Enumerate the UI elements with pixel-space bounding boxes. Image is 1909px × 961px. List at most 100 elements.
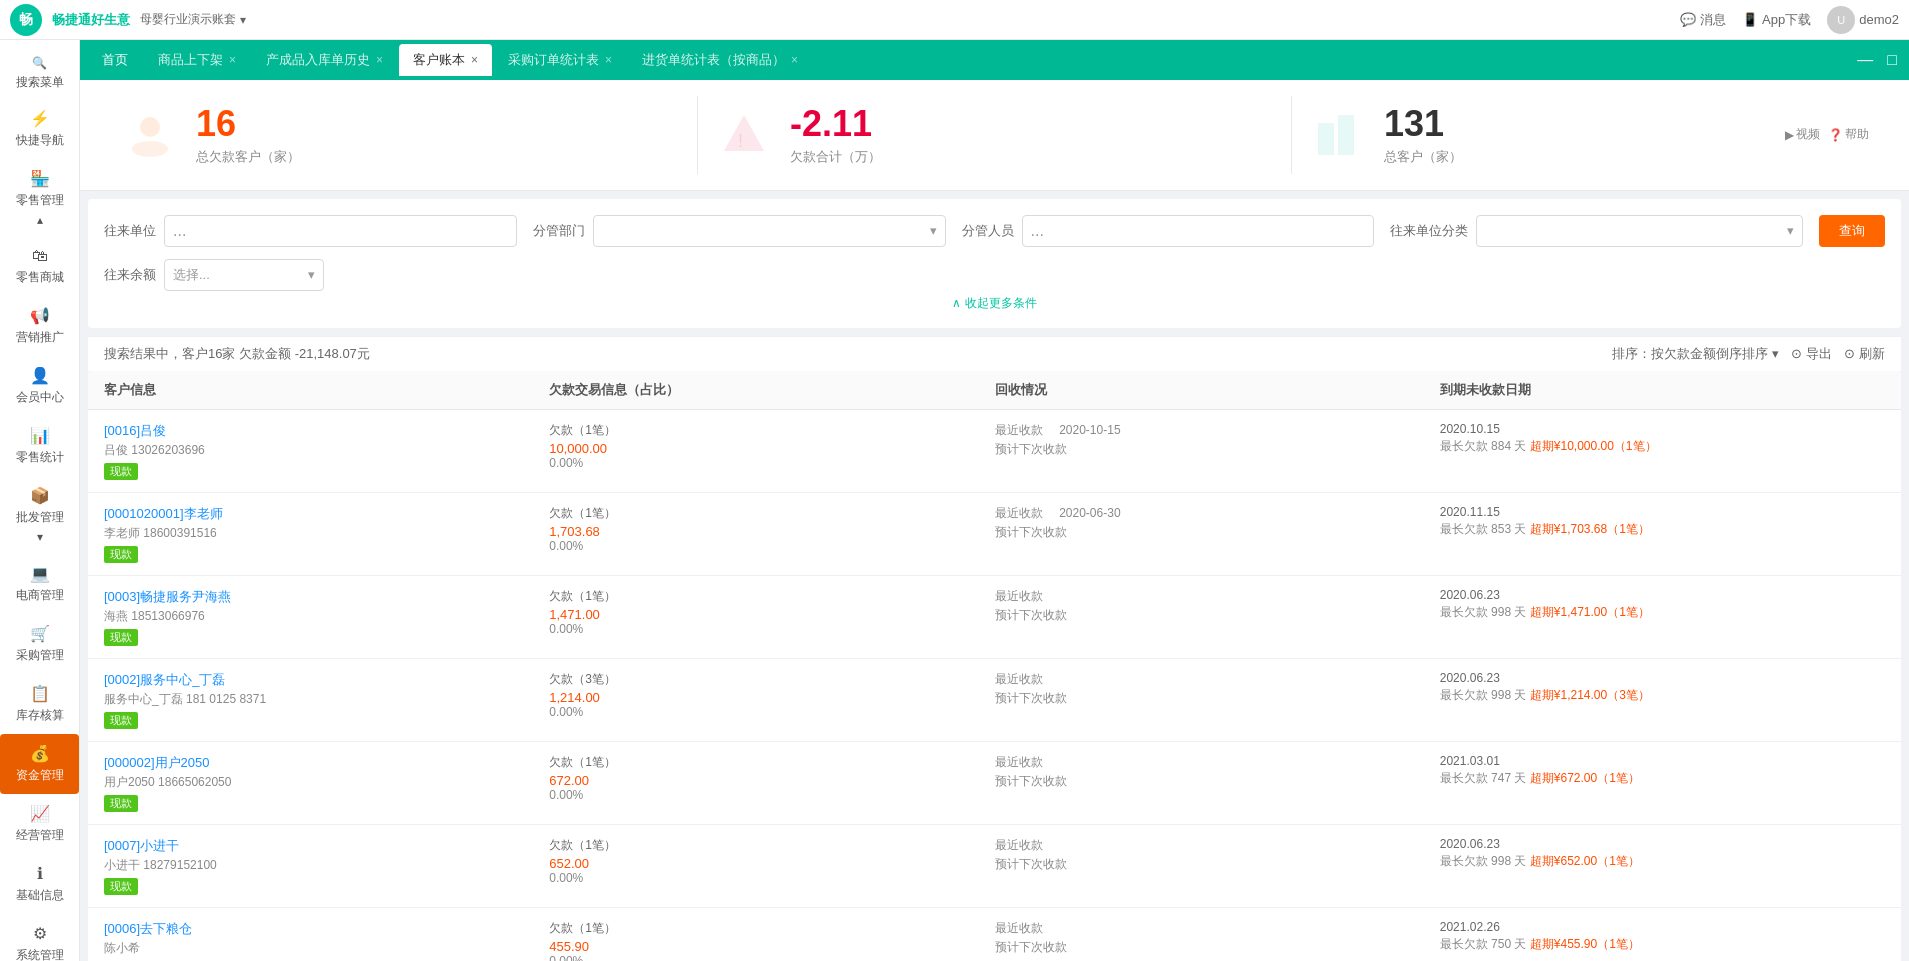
overdue-amount-4[interactable]: 超期¥1,214.00（3笔） [1530, 688, 1650, 702]
customer-name-3[interactable]: [0003]畅捷服务尹海燕 [104, 588, 549, 606]
sidebar-item-retail-stats[interactable]: 📊 零售统计 [0, 416, 79, 476]
sidebar-search[interactable]: 🔍 搜索菜单 [0, 48, 79, 99]
recovery-label-1: 最近收款 2020-10-15 [995, 422, 1440, 439]
debt-count-3: 欠款（1笔） [549, 588, 994, 605]
tab-product-shelf[interactable]: 商品上下架 × [144, 44, 250, 76]
filter-label-person: 分管人员 [962, 222, 1014, 240]
customer-info-1: [0016]吕俊 吕俊 13026203696 现款 [104, 422, 549, 480]
tab-product-history-close[interactable]: × [376, 54, 383, 66]
sidebar: 🔍 搜索菜单 ⚡ 快捷导航 🏪 零售管理 ▴ 🛍 零售商城 📢 营销推广 � [0, 40, 80, 961]
export-icon: ⊙ [1791, 346, 1802, 361]
table-header: 客户信息 欠款交易信息（占比） 回收情况 到期未收款日期 [88, 371, 1901, 410]
debt-count-1: 欠款（1笔） [549, 422, 994, 439]
tab-customer-account-label: 客户账本 [413, 51, 465, 69]
sort-select[interactable]: 排序：按欠款金额倒序排序 ▾ [1612, 345, 1779, 363]
sidebar-item-quick-nav[interactable]: ⚡ 快捷导航 [0, 99, 79, 159]
user-profile[interactable]: U demo2 [1827, 6, 1899, 34]
debt-amount-4: 1,214.00 [549, 690, 994, 705]
query-button[interactable]: 查询 [1819, 215, 1885, 247]
tab-purchase-stats-close[interactable]: × [791, 54, 798, 66]
top-bar-left: 畅 畅捷通好生意 母婴行业演示账套 ▾ [10, 4, 246, 36]
tab-purchase-order[interactable]: 采购订单统计表 × [494, 44, 626, 76]
customer-name-7[interactable]: [0006]去下粮仓 [104, 920, 549, 938]
overdue-amount-5[interactable]: 超期¥672.00（1笔） [1530, 771, 1640, 785]
svg-marker-2 [724, 115, 764, 151]
stat-label-customers: 总欠款客户（家） [196, 148, 300, 166]
overdue-amount-7[interactable]: 超期¥455.90（1笔） [1530, 937, 1640, 951]
debt-amount-2: 1,703.68 [549, 524, 994, 539]
stat-icon-debt: ! [714, 105, 774, 165]
debt-count-6: 欠款（1笔） [549, 837, 994, 854]
overdue-amount-2[interactable]: 超期¥1,703.68（1笔） [1530, 522, 1650, 536]
tab-customer-account[interactable]: 客户账本 × [399, 44, 492, 76]
sidebar-item-purchase[interactable]: 🛒 采购管理 [0, 614, 79, 674]
sidebar-item-system[interactable]: ⚙ 系统管理 [0, 914, 79, 961]
brand-logo: 畅 [10, 4, 42, 36]
filter-input-balance[interactable]: 选择... ▾ [164, 259, 324, 291]
customer-name-4[interactable]: [0002]服务中心_丁磊 [104, 671, 549, 689]
sidebar-item-retail-mgmt[interactable]: 🏪 零售管理 ▴ [0, 159, 79, 237]
overdue-amount-1[interactable]: 超期¥10,000.00（1笔） [1530, 439, 1657, 453]
industry-selector[interactable]: 母婴行业演示账套 ▾ [140, 11, 246, 28]
collapse-button[interactable]: ∧ 收起更多条件 [952, 295, 1037, 312]
help-action[interactable]: ❓ 帮助 [1828, 126, 1869, 143]
sidebar-item-ecommerce[interactable]: 💻 电商管理 [0, 554, 79, 614]
sidebar-item-ops[interactable]: 📈 经营管理 [0, 794, 79, 854]
table-row: [0016]吕俊 吕俊 13026203696 现款 欠款（1笔） 10,000… [88, 410, 1901, 493]
sidebar-item-finance[interactable]: 💰 资金管理 [0, 734, 79, 794]
customer-phone-1: 吕俊 13026203696 [104, 442, 549, 459]
app-download-button[interactable]: 📱 App下载 [1742, 11, 1811, 29]
overdue-days-3: 最长欠款 998 天 超期¥1,471.00（1笔） [1440, 604, 1885, 621]
svg-rect-4 [1318, 123, 1334, 155]
tab-product-history[interactable]: 产成品入库单历史 × [252, 44, 397, 76]
tab-purchase-order-close[interactable]: × [605, 54, 612, 66]
filter-item-unit-class: 往来单位分类 ▾ [1390, 215, 1803, 247]
filter-row-2: 往来余额 选择... ▾ [104, 259, 1885, 291]
customer-name-2[interactable]: [0001020001]李老师 [104, 505, 549, 523]
sidebar-item-marketing[interactable]: 📢 营销推广 [0, 296, 79, 356]
overdue-date-7: 2021.02.26 [1440, 920, 1885, 934]
sidebar-item-inventory[interactable]: 📋 库存核算 [0, 674, 79, 734]
tab-home[interactable]: 首页 [88, 44, 142, 76]
filter-input-unit[interactable]: ... [164, 215, 517, 247]
filter-input-person[interactable]: ... [1022, 215, 1375, 247]
customer-name-5[interactable]: [000002]用户2050 [104, 754, 549, 772]
customer-name-6[interactable]: [0007]小进干 [104, 837, 549, 855]
filter-person-dots: ... [1031, 222, 1044, 240]
tab-product-shelf-close[interactable]: × [229, 54, 236, 66]
filter-input-unit-class[interactable]: ▾ [1476, 215, 1803, 247]
debt-info-3: 欠款（1笔） 1,471.00 0.00% [549, 588, 994, 636]
tab-customer-account-close[interactable]: × [471, 54, 478, 66]
filter-actions: 查询 [1819, 215, 1885, 247]
tab-purchase-stats[interactable]: 进货单统计表（按商品） × [628, 44, 812, 76]
due-info-2: 2020.11.15 最长欠款 853 天 超期¥1,703.68（1笔） [1440, 505, 1885, 538]
tab-minimize-button[interactable]: — [1853, 51, 1877, 69]
stat-number-debt: -2.11 [790, 104, 881, 144]
inventory-icon: 📋 [30, 684, 50, 703]
table-row: [0003]畅捷服务尹海燕 海燕 18513066976 现款 欠款（1笔） 1… [88, 576, 1901, 659]
overdue-amount-6[interactable]: 超期¥652.00（1笔） [1530, 854, 1640, 868]
result-info-bar: 搜索结果中，客户16家 欠款金额 -21,148.07元 排序：按欠款金额倒序排… [88, 336, 1901, 371]
sidebar-item-retail-store[interactable]: 🛍 零售商城 [0, 237, 79, 296]
overdue-amount-3[interactable]: 超期¥1,471.00（1笔） [1530, 605, 1650, 619]
recovery-info-4: 最近收款 预计下次收款 [995, 671, 1440, 707]
sidebar-item-wholesale[interactable]: 📦 批发管理 ▾ [0, 476, 79, 554]
sidebar-item-member[interactable]: 👤 会员中心 [0, 356, 79, 416]
customer-name-1[interactable]: [0016]吕俊 [104, 422, 549, 440]
filter-input-dept[interactable]: ▾ [593, 215, 946, 247]
debt-count-2: 欠款（1笔） [549, 505, 994, 522]
ecommerce-icon: 💻 [30, 564, 50, 583]
video-action[interactable]: ▶ 视频 [1785, 126, 1820, 143]
table-row: [000002]用户2050 用户2050 18665062050 现款 欠款（… [88, 742, 1901, 825]
industry-label: 母婴行业演示账套 [140, 11, 236, 28]
search-icon: 🔍 [32, 56, 47, 70]
tabs-bar: 首页 商品上下架 × 产成品入库单历史 × 客户账本 × 采购订单统计表 × [80, 40, 1909, 80]
recovery-info-6: 最近收款 预计下次收款 [995, 837, 1440, 873]
sidebar-item-basic[interactable]: ℹ 基础信息 [0, 854, 79, 914]
message-button[interactable]: 💬 消息 [1680, 11, 1726, 29]
overdue-days-5: 最长欠款 747 天 超期¥672.00（1笔） [1440, 770, 1885, 787]
tab-maximize-button[interactable]: □ [1883, 51, 1901, 69]
stat-label-debt: 欠款合计（万） [790, 148, 881, 166]
export-button[interactable]: ⊙ 导出 [1791, 345, 1832, 363]
refresh-button[interactable]: ⊙ 刷新 [1844, 345, 1885, 363]
